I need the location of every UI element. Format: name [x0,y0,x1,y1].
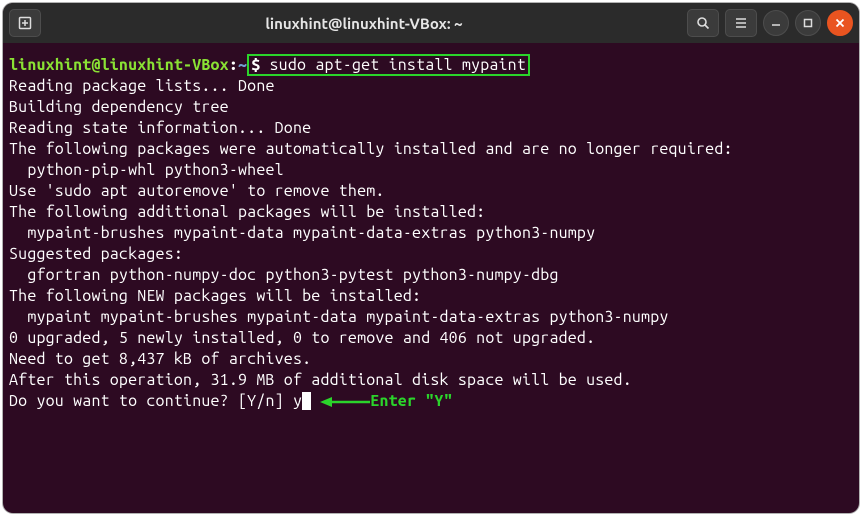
output-line: Need to get 8,437 kB of archives. [9,350,311,368]
close-button[interactable] [827,10,853,36]
prompt-colon: : [229,56,238,74]
output-line: python-pip-whl python3-wheel [9,161,284,179]
new-tab-icon [18,16,32,30]
search-icon [696,16,710,30]
new-tab-button[interactable] [9,9,41,37]
output-line: Use 'sudo apt autoremove' to remove them… [9,182,385,200]
output-line: 0 upgraded, 5 newly installed, 0 to remo… [9,329,595,347]
cursor [302,392,311,410]
prompt-dollar: $ [251,56,269,74]
minimize-icon [771,18,781,28]
output-line: After this operation, 31.9 MB of additio… [9,371,632,389]
output-line: Building dependency tree [9,98,229,116]
output-line: Suggested packages: [9,245,183,263]
output-line: mypaint-brushes mypaint-data mypaint-dat… [9,224,595,242]
search-button[interactable] [687,9,719,37]
output-line: The following additional packages will b… [9,203,485,221]
arrow-icon [320,395,370,409]
annotation-text: Enter "Y" [370,392,452,410]
menu-button[interactable] [725,9,757,37]
close-icon [835,18,845,28]
command-text: sudo apt-get install mypaint [270,56,526,74]
maximize-button[interactable] [795,10,821,36]
terminal-window: linuxhint@linuxhint-VBox: ~ linuxhint@li… [3,3,859,513]
output-line: mypaint mypaint-brushes mypaint-data myp… [9,308,669,326]
output-line: gfortran python-numpy-doc python3-pytest… [9,266,559,284]
minimize-button[interactable] [763,10,789,36]
maximize-icon [803,18,813,28]
output-line: Reading state information... Done [9,119,311,137]
command-highlight-box: $ sudo apt-get install mypaint [247,54,530,76]
titlebar: linuxhint@linuxhint-VBox: ~ [3,3,859,43]
output-prompt-line: Do you want to continue? [Y/n] [9,392,293,410]
user-input: y [293,392,302,410]
output-line: Reading package lists... Done [9,77,275,95]
output-line: The following NEW packages will be insta… [9,287,421,305]
hamburger-icon [734,16,748,30]
window-title: linuxhint@linuxhint-VBox: ~ [265,15,462,32]
terminal-body[interactable]: linuxhint@linuxhint-VBox:~$ sudo apt-get… [3,43,859,420]
output-line: The following packages were automaticall… [9,140,733,158]
prompt-user-host: linuxhint@linuxhint-VBox [9,56,229,74]
prompt-path: ~ [238,56,247,74]
